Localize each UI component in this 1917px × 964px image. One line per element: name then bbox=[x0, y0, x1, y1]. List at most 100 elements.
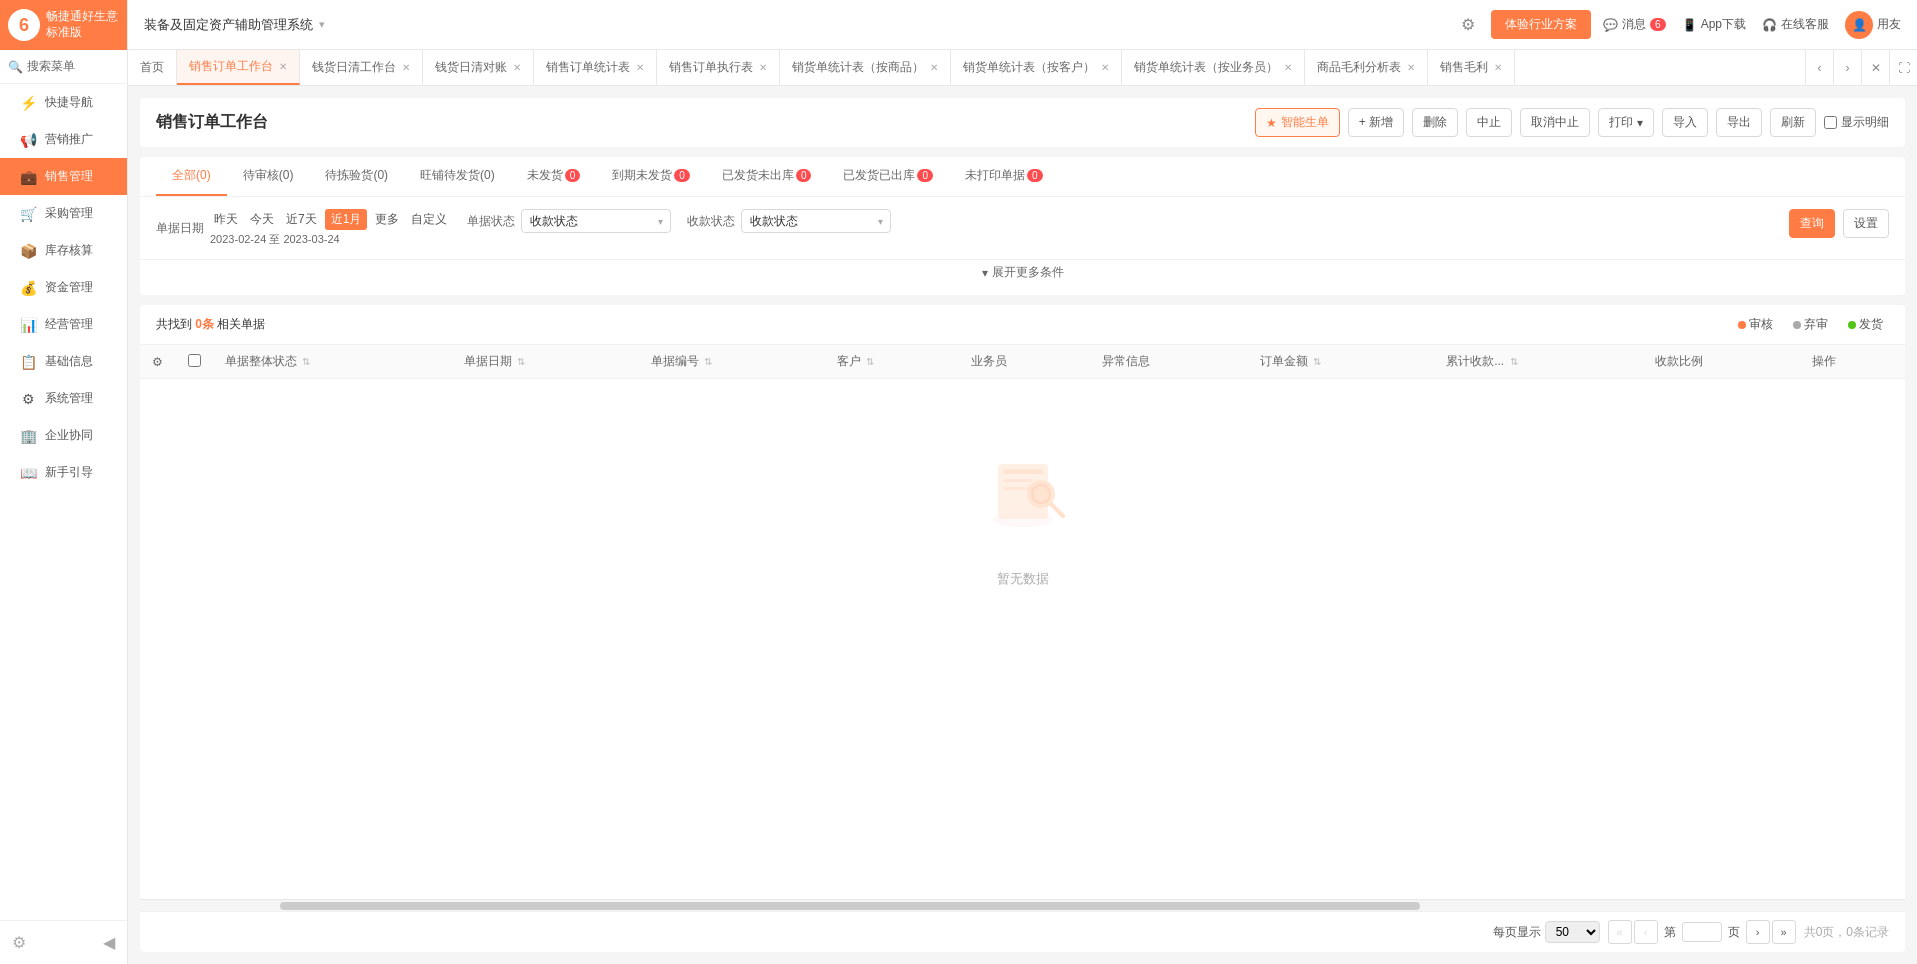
th-amount[interactable]: 订单金额 ⇅ bbox=[1248, 345, 1435, 379]
date-7days[interactable]: 近7天 bbox=[282, 209, 321, 230]
tab-close-sales-summary-staff[interactable]: ✕ bbox=[1284, 62, 1292, 73]
tab-close-sales-order[interactable]: ✕ bbox=[279, 61, 287, 72]
tab-sales-order[interactable]: 销售订单工作台 ✕ bbox=[177, 50, 300, 85]
filter-tab-shipped-not-in[interactable]: 已发货未出库0 bbox=[706, 157, 828, 196]
tab-sales-stats[interactable]: 销售订单统计表 ✕ bbox=[534, 50, 657, 85]
select-all-checkbox[interactable] bbox=[188, 354, 201, 367]
tab-gross-profit[interactable]: 商品毛利分析表 ✕ bbox=[1305, 50, 1428, 85]
sidebar-logo: 6 畅捷通好生意 标准版 bbox=[0, 0, 127, 50]
sidebar-nav-item-sales[interactable]: 💼 销售管理 bbox=[0, 158, 127, 195]
sidebar-nav-item-marketing[interactable]: 📢 营销推广 bbox=[0, 121, 127, 158]
payment-select[interactable]: 收款状态 bbox=[741, 209, 891, 233]
horizontal-scrollbar[interactable] bbox=[140, 899, 1905, 911]
sidebar-nav-item-finance[interactable]: 💰 资金管理 bbox=[0, 269, 127, 306]
first-page-button[interactable]: « bbox=[1608, 920, 1632, 944]
show-detail-checkbox[interactable]: 显示明细 bbox=[1824, 114, 1889, 131]
filter-tab-expired-not-shipped[interactable]: 到期未发货0 bbox=[596, 157, 706, 196]
sidebar-search[interactable]: 🔍 搜索菜单 bbox=[0, 50, 127, 84]
date-1month[interactable]: 近1月 bbox=[325, 209, 368, 230]
filter-tab-pending-inspect[interactable]: 待拣验货(0) bbox=[309, 157, 404, 196]
tab-expand[interactable]: ⛶ bbox=[1889, 50, 1917, 86]
tab-close-sales-profit[interactable]: ✕ bbox=[1494, 62, 1502, 73]
tab-sales-summary-staff[interactable]: 销货单统计表（按业务员） ✕ bbox=[1122, 50, 1305, 85]
th-received[interactable]: 累计收款... ⇅ bbox=[1434, 345, 1642, 379]
tab-close-sales-summary-customer[interactable]: ✕ bbox=[1101, 62, 1109, 73]
filter-tab-all[interactable]: 全部(0) bbox=[156, 157, 227, 196]
sidebar-nav-item-purchase[interactable]: 🛒 采购管理 bbox=[0, 195, 127, 232]
sidebar-nav-item-quick-nav[interactable]: ⚡ 快捷导航 bbox=[0, 84, 127, 121]
review-action-button[interactable]: 审核 bbox=[1732, 313, 1779, 336]
tab-close-sales-summary-product[interactable]: ✕ bbox=[930, 62, 938, 73]
settings-gear-icon[interactable]: ⚙ bbox=[8, 929, 30, 956]
filter-settings-button[interactable]: 设置 bbox=[1843, 209, 1889, 238]
cancel-stop-button[interactable]: 取消中止 bbox=[1520, 108, 1590, 137]
print-button[interactable]: 打印 ▾ bbox=[1598, 108, 1654, 137]
message-button[interactable]: 💬 消息 6 bbox=[1603, 16, 1666, 33]
online-service-button[interactable]: 🎧 在线客服 bbox=[1762, 16, 1829, 33]
scrollbar-thumb[interactable] bbox=[280, 902, 1420, 910]
sidebar-nav-item-base-info[interactable]: 📋 基础信息 bbox=[0, 343, 127, 380]
tab-sales-profit[interactable]: 销售毛利 ✕ bbox=[1428, 50, 1515, 85]
export-button[interactable]: 导出 bbox=[1716, 108, 1762, 137]
sidebar-nav-item-guide[interactable]: 📖 新手引导 bbox=[0, 454, 127, 491]
cancel-review-action-button[interactable]: 弃审 bbox=[1787, 313, 1834, 336]
tab-scroll-left[interactable]: ‹ bbox=[1805, 50, 1833, 86]
tab-close-cash-daily[interactable]: ✕ bbox=[402, 62, 410, 73]
filter-tab-shipped-out[interactable]: 已发货已出库0 bbox=[827, 157, 949, 196]
sidebar-nav-item-enterprise[interactable]: 🏢 企业协同 bbox=[0, 417, 127, 454]
tab-cash-daily[interactable]: 钱货日清工作台 ✕ bbox=[300, 50, 423, 85]
filter-tab-wangpu-ship[interactable]: 旺铺待发货(0) bbox=[404, 157, 511, 196]
date-today[interactable]: 今天 bbox=[246, 209, 278, 230]
tab-close-all[interactable]: ✕ bbox=[1861, 50, 1889, 86]
date-custom[interactable]: 自定义 bbox=[407, 209, 451, 230]
tab-sales-summary-customer[interactable]: 销货单统计表（按客户） ✕ bbox=[951, 50, 1122, 85]
th-settings[interactable]: ⚙ bbox=[140, 345, 176, 379]
sidebar-nav-item-inventory[interactable]: 📦 库存核算 bbox=[0, 232, 127, 269]
filter-tab-not-printed[interactable]: 未打印单据0 bbox=[949, 157, 1059, 196]
tab-home[interactable]: 首页 bbox=[128, 50, 177, 85]
header-dropdown-arrow[interactable]: ▾ bbox=[319, 18, 325, 31]
th-number[interactable]: 单据编号 ⇅ bbox=[639, 345, 826, 379]
sidebar-nav-item-operations[interactable]: 📊 经营管理 bbox=[0, 306, 127, 343]
app-download-button[interactable]: 📱 App下载 bbox=[1682, 16, 1746, 33]
import-button[interactable]: 导入 bbox=[1662, 108, 1708, 137]
tab-sales-summary-product[interactable]: 销货单统计表（按商品） ✕ bbox=[780, 50, 951, 85]
trial-button[interactable]: 体验行业方案 bbox=[1491, 10, 1591, 39]
last-page-button[interactable]: » bbox=[1772, 920, 1796, 944]
status-select[interactable]: 收款状态 bbox=[521, 209, 671, 233]
collapse-icon[interactable]: ◀ bbox=[99, 929, 119, 956]
date-yesterday[interactable]: 昨天 bbox=[210, 209, 242, 230]
next-page-button[interactable]: › bbox=[1746, 920, 1770, 944]
filter-tab-pending-review[interactable]: 待审核(0) bbox=[227, 157, 310, 196]
per-page-select[interactable]: 50 100 200 bbox=[1545, 921, 1600, 943]
tab-close-cash-reconcile[interactable]: ✕ bbox=[513, 62, 521, 73]
th-staff[interactable]: 业务员 bbox=[959, 345, 1090, 379]
new-button[interactable]: + 新增 bbox=[1348, 108, 1404, 137]
filter-section: 全部(0) 待审核(0) 待拣验货(0) 旺铺待发货(0) 未发货0 到期未发货… bbox=[140, 157, 1905, 295]
tab-sales-exec[interactable]: 销售订单执行表 ✕ bbox=[657, 50, 780, 85]
prev-page-button[interactable]: ‹ bbox=[1634, 920, 1658, 944]
tab-scroll-right[interactable]: › bbox=[1833, 50, 1861, 86]
header-gear-icon[interactable]: ⚙ bbox=[1457, 11, 1479, 38]
th-customer[interactable]: 客户 ⇅ bbox=[825, 345, 959, 379]
tab-close-sales-stats[interactable]: ✕ bbox=[636, 62, 644, 73]
user-menu[interactable]: 👤 用友 bbox=[1845, 11, 1901, 39]
sidebar-nav-item-system[interactable]: ⚙ 系统管理 bbox=[0, 380, 127, 417]
empty-icon bbox=[973, 439, 1073, 558]
ship-action-button[interactable]: 发货 bbox=[1842, 313, 1889, 336]
smart-create-button[interactable]: ★ 智能生单 bbox=[1255, 108, 1340, 137]
refresh-button[interactable]: 刷新 bbox=[1770, 108, 1816, 137]
expand-more-button[interactable]: ▾ 展开更多条件 bbox=[974, 260, 1072, 285]
stop-button[interactable]: 中止 bbox=[1466, 108, 1512, 137]
page-number-input[interactable]: 1 bbox=[1682, 922, 1722, 942]
tab-cash-reconcile[interactable]: 钱货日清对账 ✕ bbox=[423, 50, 534, 85]
date-more[interactable]: 更多 bbox=[371, 209, 403, 230]
tab-close-sales-exec[interactable]: ✕ bbox=[759, 62, 767, 73]
search-button[interactable]: 查询 bbox=[1789, 209, 1835, 238]
filter-tab-not-shipped[interactable]: 未发货0 bbox=[511, 157, 597, 196]
tab-close-gross-profit[interactable]: ✕ bbox=[1407, 62, 1415, 73]
th-checkbox[interactable] bbox=[176, 345, 213, 379]
delete-button[interactable]: 删除 bbox=[1412, 108, 1458, 137]
show-detail-input[interactable] bbox=[1824, 116, 1837, 129]
th-date[interactable]: 单据日期 ⇅ bbox=[452, 345, 639, 379]
